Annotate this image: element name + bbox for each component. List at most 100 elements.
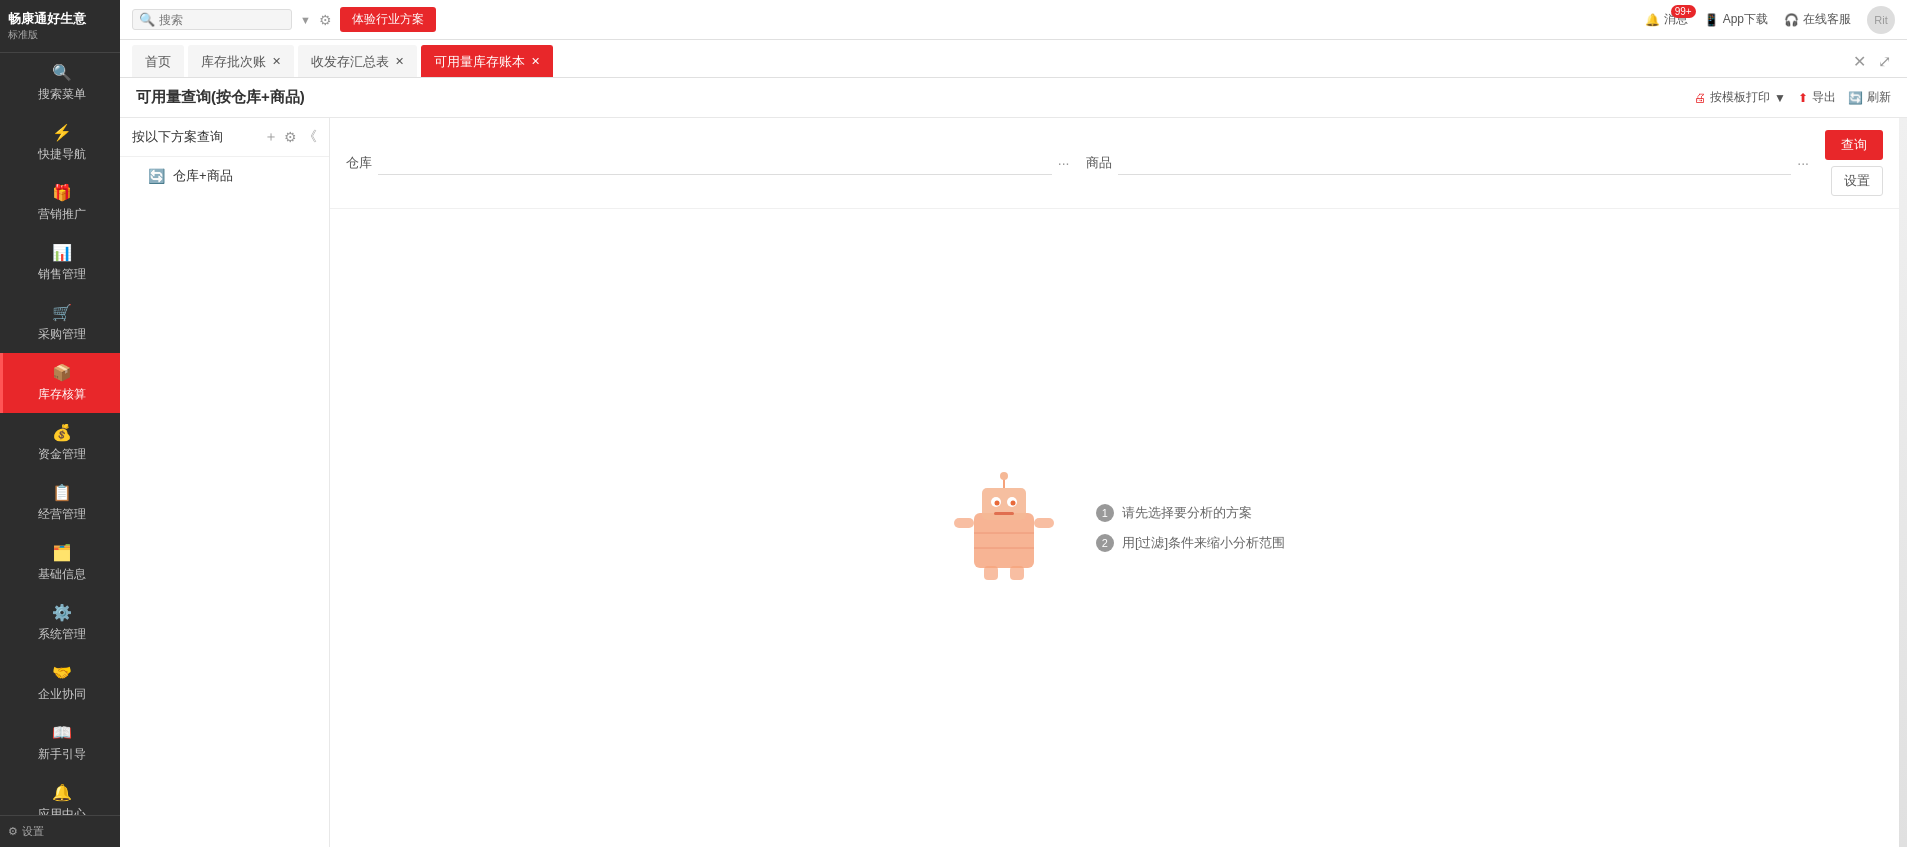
sidebar-item-newbie[interactable]: 📖新手引导 bbox=[0, 713, 120, 773]
scheme-item-warehouse-goods[interactable]: 🔄 仓库+商品 bbox=[120, 157, 329, 195]
hint-1-text: 请先选择要分析的方案 bbox=[1122, 504, 1252, 522]
sidebar-item-basics[interactable]: 🗂️基础信息 bbox=[0, 533, 120, 593]
hint-2-text: 用[过滤]条件来缩小分析范围 bbox=[1122, 534, 1285, 552]
sidebar-label-search: 搜索菜单 bbox=[38, 86, 86, 103]
refresh-label: 刷新 bbox=[1867, 89, 1891, 106]
tab-batch_accounts[interactable]: 库存批次账✕ bbox=[188, 45, 294, 77]
sidebar-item-marketing_promo[interactable]: 🎁营销推广 bbox=[0, 173, 120, 233]
main-area: 🔍 ▼ ⚙ 体验行业方案 🔔 消息 99+ 📱 App下载 🎧 在线客服 Rit bbox=[120, 0, 1907, 847]
sidebar-label-shortcut: 快捷导航 bbox=[38, 146, 86, 163]
svg-point-4 bbox=[994, 501, 999, 506]
avatar[interactable]: Rit bbox=[1867, 6, 1895, 34]
add-scheme-icon[interactable]: ＋ bbox=[264, 128, 278, 146]
svg-rect-1 bbox=[982, 488, 1026, 520]
svg-rect-6 bbox=[994, 512, 1014, 515]
sidebar-item-sales[interactable]: 📊 销售管理 bbox=[0, 233, 120, 293]
sidebar-item-inventory[interactable]: 📦库存核算 bbox=[0, 353, 120, 413]
warehouse-more-icon[interactable]: ··· bbox=[1058, 155, 1070, 171]
operations-icon: 📋 bbox=[52, 483, 72, 502]
notifications-item[interactable]: 🔔 消息 99+ bbox=[1645, 11, 1688, 28]
svg-point-14 bbox=[1000, 472, 1008, 480]
sidebar-logo: 畅康通好生意 标准版 bbox=[0, 0, 120, 53]
close-tab-receive_summary[interactable]: ✕ bbox=[395, 55, 404, 68]
tab-home[interactable]: 首页 bbox=[132, 45, 184, 77]
print-dropdown-icon: ▼ bbox=[1774, 91, 1786, 105]
print-template-action[interactable]: 🖨 按模板打印 ▼ bbox=[1694, 89, 1786, 106]
export-action[interactable]: ⬆ 导出 bbox=[1798, 89, 1836, 106]
empty-hint-2: 2 用[过滤]条件来缩小分析范围 bbox=[1096, 534, 1285, 552]
sidebar-bottom-label: 设置 bbox=[22, 824, 44, 839]
online-support-item[interactable]: 🎧 在线客服 bbox=[1784, 11, 1851, 28]
page-title: 可用量查询(按仓库+商品) bbox=[136, 88, 305, 107]
dropdown-icon[interactable]: ▼ bbox=[300, 14, 311, 26]
goods-more-icon[interactable]: ··· bbox=[1797, 155, 1809, 171]
goods-input[interactable] bbox=[1118, 152, 1792, 175]
sidebar-label-sales: 销售管理 bbox=[38, 266, 86, 283]
sidebar-item-purchase[interactable]: 🛒 采购管理 bbox=[0, 293, 120, 353]
refresh-icon: 🔄 bbox=[1848, 91, 1863, 105]
close-tab-available_qty_ledger[interactable]: ✕ bbox=[531, 55, 540, 68]
expand-tab-btn[interactable]: ⤢ bbox=[1874, 50, 1895, 73]
svg-rect-10 bbox=[1010, 566, 1024, 580]
print-template-label: 按模板打印 bbox=[1710, 89, 1770, 106]
warehouse-label: 仓库 bbox=[346, 154, 372, 172]
sidebar-item-finance[interactable]: 💰资金管理 bbox=[0, 413, 120, 473]
content-body: 按以下方案查询 ＋ ⚙ 《 🔄 仓库+商品 仓库 bbox=[120, 118, 1907, 847]
right-scrollbar[interactable] bbox=[1899, 118, 1907, 847]
purchase-icon: 🛒 bbox=[52, 303, 72, 322]
search-input[interactable] bbox=[159, 13, 285, 27]
svg-rect-9 bbox=[984, 566, 998, 580]
svg-rect-0 bbox=[974, 513, 1034, 568]
sidebar-item-shortcut[interactable]: ⚡ 快捷导航 bbox=[0, 113, 120, 173]
filter-panel-header: 按以下方案查询 ＋ ⚙ 《 bbox=[120, 118, 329, 157]
enterprise-icon: 🤝 bbox=[52, 663, 72, 682]
tab-receive_summary[interactable]: 收发存汇总表✕ bbox=[298, 45, 417, 77]
printer-icon: 🖨 bbox=[1694, 91, 1706, 105]
refresh-action[interactable]: 🔄 刷新 bbox=[1848, 89, 1891, 106]
warehouse-input[interactable] bbox=[378, 152, 1052, 175]
empty-state: 1 请先选择要分析的方案 2 用[过滤]条件来缩小分析范围 bbox=[330, 209, 1899, 847]
gear-icon[interactable]: ⚙ bbox=[319, 12, 332, 28]
header-search-box[interactable]: 🔍 bbox=[132, 9, 292, 30]
filter-panel-title: 按以下方案查询 bbox=[132, 128, 223, 146]
sidebar-item-appstore[interactable]: 🔔应用中心 bbox=[0, 773, 120, 815]
tabs-bar: 首页库存批次账✕收发存汇总表✕可用量库存账本✕ ✕ ⤢ bbox=[120, 40, 1907, 78]
svg-rect-7 bbox=[954, 518, 974, 528]
empty-hints: 1 请先选择要分析的方案 2 用[过滤]条件来缩小分析范围 bbox=[1096, 504, 1285, 552]
sales-icon: 📊 bbox=[52, 243, 72, 262]
sidebar-item-search[interactable]: 🔍 搜索菜单 bbox=[0, 53, 120, 113]
user-name: Rit bbox=[1874, 14, 1887, 26]
search-icon: 🔍 bbox=[52, 63, 72, 82]
close-tab-batch_accounts[interactable]: ✕ bbox=[272, 55, 281, 68]
step-2-num: 2 bbox=[1096, 534, 1114, 552]
inventory-icon: 📦 bbox=[52, 363, 72, 382]
app-download-item[interactable]: 📱 App下载 bbox=[1704, 11, 1768, 28]
close-tab-btn[interactable]: ✕ bbox=[1849, 50, 1870, 73]
settings-btn[interactable]: 设置 bbox=[1831, 166, 1883, 196]
query-btn[interactable]: 查询 bbox=[1825, 130, 1883, 160]
headset-icon: 🎧 bbox=[1784, 13, 1799, 27]
shortcut-icon: ⚡ bbox=[52, 123, 72, 142]
basics-icon: 🗂️ bbox=[52, 543, 72, 562]
svg-point-5 bbox=[1010, 501, 1015, 506]
app-version: 标准版 bbox=[8, 28, 38, 42]
settings-scheme-icon[interactable]: ⚙ bbox=[284, 129, 297, 145]
sidebar-item-operations[interactable]: 📋经营管理 bbox=[0, 473, 120, 533]
step-1-num: 1 bbox=[1096, 504, 1114, 522]
sidebar-label-purchase: 采购管理 bbox=[38, 326, 86, 343]
sidebar-settings[interactable]: ⚙ 设置 bbox=[0, 815, 120, 847]
notifications-badge: 99+ bbox=[1671, 5, 1696, 18]
sidebar-item-enterprise[interactable]: 🤝企业协同 bbox=[0, 653, 120, 713]
sidebar-label-newbie: 新手引导 bbox=[38, 746, 86, 763]
settings-icon: ⚙ bbox=[8, 825, 18, 838]
sidebar-item-system[interactable]: ⚙️系统管理 bbox=[0, 593, 120, 653]
query-area: 仓库 ··· 商品 ··· 查询 设置 bbox=[330, 118, 1899, 847]
app-name: 畅康通好生意 bbox=[8, 10, 86, 28]
tab-available_qty_ledger[interactable]: 可用量库存账本✕ bbox=[421, 45, 553, 77]
sidebar-label-finance: 资金管理 bbox=[38, 446, 86, 463]
system-icon: ⚙️ bbox=[52, 603, 72, 622]
trial-btn[interactable]: 体验行业方案 bbox=[340, 7, 436, 32]
app-download-label: App下载 bbox=[1723, 11, 1768, 28]
collapse-panel-icon[interactable]: 《 bbox=[303, 128, 317, 146]
scheme-icon: 🔄 bbox=[148, 168, 165, 184]
